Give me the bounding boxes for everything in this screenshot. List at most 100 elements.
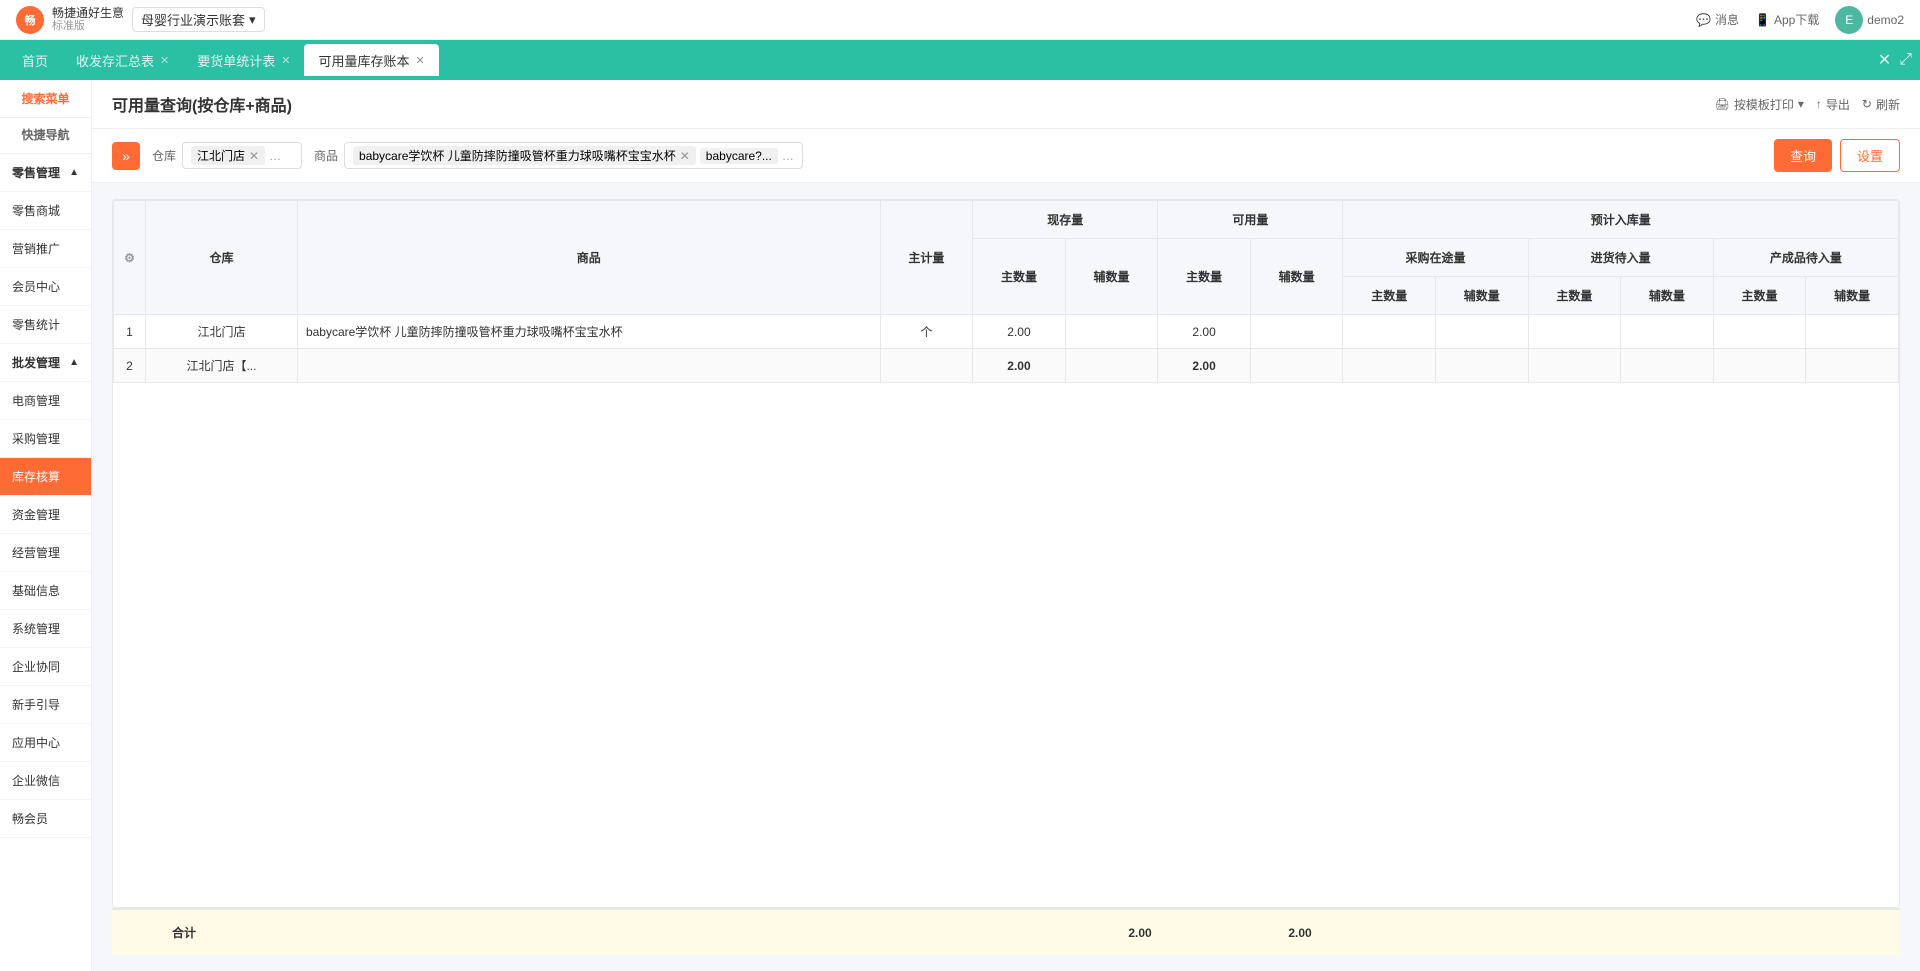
product-input[interactable]: babycare学饮杯 儿童防摔防撞吸管杯重力球吸嘴杯宝宝水杯 ✕ babyca… [344,142,803,169]
footer-table: 合计 2.00 2.00 [112,918,1900,947]
download-btn[interactable]: 📱 App下载 [1755,11,1819,28]
sidebar-item-purchase[interactable]: 采购管理 [0,420,91,458]
content-area: 可用量查询(按仓库+商品) 🖨 按模板打印 ▾ ↑ 导出 ↻ 刷新 [92,80,1920,971]
product-remove[interactable]: ✕ [680,149,690,163]
warehouse-input[interactable]: 江北门店 ✕ … [182,142,302,169]
row2-avail-sub [1250,349,1343,383]
sidebar-section: 零售管理 ▲ 零售商城 营销推广 会员中心 零售统计 批发管理 ▲ 电商管理 [0,154,91,838]
row1-pp-sub [1806,315,1899,349]
sidebar-item-enterprise[interactable]: 企业协同 [0,648,91,686]
data-table: ⚙ 仓库 商品 主计量 现存量 可用量 预计入库量 主数量 辅数量 [112,199,1900,908]
product-col-header: 商品 [297,201,880,315]
warehouse-tag: 江北门店 ✕ [191,146,265,165]
footer-row: 合计 2.00 2.00 [112,918,1900,947]
pp-sub-header: 辅数量 [1806,277,1899,315]
page-actions: 🖨 按模板打印 ▾ ↑ 导出 ↻ 刷新 [1715,96,1900,113]
filter-expand-btn[interactable]: » [112,142,140,170]
sidebar-item-member2[interactable]: 畅会员 [0,800,91,838]
row1-warehouse: 江北门店 [146,315,298,349]
close-window-btn[interactable]: ✕ [1878,50,1891,70]
sidebar-item-system[interactable]: 系统管理 [0,610,91,648]
sidebar-item-member[interactable]: 会员中心 [0,268,91,306]
settings-col[interactable]: ⚙ [114,201,146,315]
warehouse-more[interactable]: … [269,149,281,163]
arrow-icon-2: ▲ [69,357,79,368]
product-tag: babycare学饮杯 儿童防摔防撞吸管杯重力球吸嘴杯宝宝水杯 ✕ [353,146,696,165]
refresh-btn[interactable]: ↻ 刷新 [1862,96,1900,113]
sidebar-item-ecommerce[interactable]: 电商管理 [0,382,91,420]
row1-pt-sub [1436,315,1529,349]
table-area: ⚙ 仓库 商品 主计量 现存量 可用量 预计入库量 主数量 辅数量 [92,183,1920,971]
tab-order-close[interactable]: ✕ [281,54,290,67]
avatar: E [1835,6,1863,34]
footer-current-main: 2.00 [1100,918,1180,947]
page-title: 可用量查询(按仓库+商品) [112,92,292,116]
tab-order[interactable]: 要货单统计表 ✕ [183,44,304,76]
sidebar-item-marketing[interactable]: 营销推广 [0,230,91,268]
warehouse-col-header: 仓库 [146,201,298,315]
sidebar-item-retail-mall[interactable]: 零售商城 [0,192,91,230]
avail-sub-header: 辅数量 [1250,239,1343,315]
filter-actions: 查询 设置 [1774,139,1900,172]
tab-receive-close[interactable]: ✕ [160,54,169,67]
sidebar-quick-nav[interactable]: 快捷导航 [0,118,91,154]
sidebar-item-finance[interactable]: 资金管理 [0,496,91,534]
row1-pp-main [1713,315,1806,349]
query-button[interactable]: 查询 [1774,139,1832,172]
row2-pt-main [1343,349,1436,383]
row2-ip-sub [1621,349,1714,383]
settings-icon: ⚙ [124,251,135,265]
row1-ip-sub [1621,315,1714,349]
sidebar-item-basic-info[interactable]: 基础信息 [0,572,91,610]
print-btn[interactable]: 🖨 按模板打印 ▾ [1715,96,1804,113]
sidebar-item-app-center[interactable]: 应用中心 [0,724,91,762]
sidebar-item-wholesale[interactable]: 批发管理 ▲ [0,344,91,382]
tab-inventory-close[interactable]: ✕ [416,54,425,67]
top-bar-left: 畅 畅捷通好生意 标准版 母婴行业演示账套 ▾ [16,6,265,34]
row1-unit: 个 [880,315,973,349]
pt-sub-header: 辅数量 [1436,277,1529,315]
tab-home[interactable]: 首页 [8,44,62,76]
export-btn[interactable]: ↑ 导出 [1816,96,1850,113]
inventory-table: ⚙ 仓库 商品 主计量 现存量 可用量 预计入库量 主数量 辅数量 [113,200,1899,383]
pp-main-header: 主数量 [1713,277,1806,315]
row1-pt-main [1343,315,1436,349]
sidebar-item-wechat[interactable]: 企业微信 [0,762,91,800]
production-header: 产成品待入量 [1713,239,1898,277]
nav-tabs: 首页 收发存汇总表 ✕ 要货单统计表 ✕ 可用量库存账本 ✕ ✕ ⤢ [0,40,1920,80]
table-body: 1 江北门店 babycare学饮杯 儿童防摔防撞吸管杯重力球吸嘴杯宝宝水杯 个… [114,315,1899,383]
table-header-row-1: ⚙ 仓库 商品 主计量 现存量 可用量 预计入库量 [114,201,1899,239]
table-row: 2 江北门店【... 2.00 2.00 [114,349,1899,383]
row1-no: 1 [114,315,146,349]
top-bar: 畅 畅捷通好生意 标准版 母婴行业演示账套 ▾ 💬 消息 📱 App下载 E d… [0,0,1920,40]
current-sub-header: 辅数量 [1065,239,1158,315]
warehouse-label: 仓库 [152,147,176,164]
pt-main-header: 主数量 [1343,277,1436,315]
row2-pp-sub [1806,349,1899,383]
product-more[interactable]: … [782,149,794,163]
message-btn[interactable]: 💬 消息 [1696,11,1739,28]
top-bar-right: 💬 消息 📱 App下载 E demo2 [1696,6,1904,34]
sidebar-item-operations[interactable]: 经营管理 [0,534,91,572]
row2-pt-sub [1436,349,1529,383]
product-tag2: babycare?... [700,148,778,164]
maximize-btn[interactable]: ⤢ [1899,51,1912,69]
user-profile[interactable]: E demo2 [1835,6,1904,34]
warehouse-remove[interactable]: ✕ [249,149,259,163]
row1-current-main: 2.00 [973,315,1066,349]
row2-current-main: 2.00 [973,349,1066,383]
sidebar-item-retail-mgmt[interactable]: 零售管理 ▲ [0,154,91,192]
sidebar-item-guide[interactable]: 新手引导 [0,686,91,724]
warehouse-filter: 仓库 江北门店 ✕ … [152,142,302,169]
planned-in-header: 预计入库量 [1343,201,1899,239]
sidebar-search[interactable]: 搜索菜单 [0,80,91,118]
sidebar-item-inventory[interactable]: 库存核算 [0,458,91,496]
tab-receive[interactable]: 收发存汇总表 ✕ [62,44,183,76]
tab-inventory[interactable]: 可用量库存账本 ✕ [304,44,438,76]
sidebar-item-retail-stats[interactable]: 零售统计 [0,306,91,344]
industry-selector[interactable]: 母婴行业演示账套 ▾ [132,7,265,32]
table-footer: 合计 2.00 2.00 [112,908,1900,955]
app-subtitle: 标准版 [52,20,124,33]
setting-button[interactable]: 设置 [1840,139,1900,172]
current-stock-header: 现存量 [973,201,1158,239]
